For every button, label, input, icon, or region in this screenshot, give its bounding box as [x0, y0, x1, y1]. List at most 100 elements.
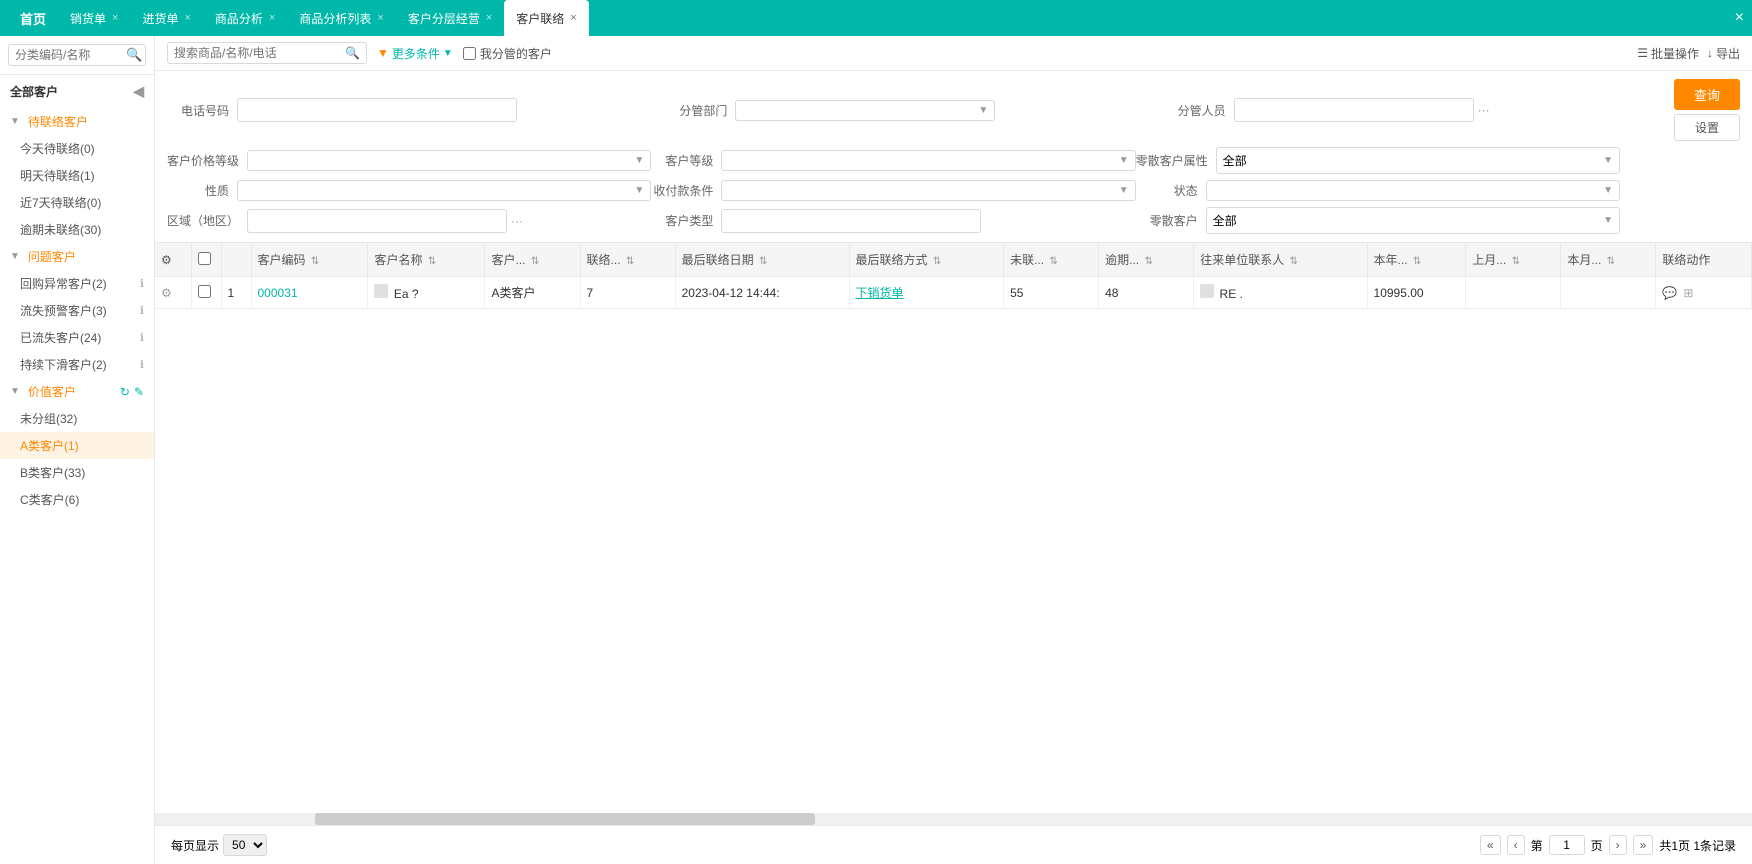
filter-customer-level: 客户等级 ▼	[651, 150, 1135, 171]
close-tab-analysis-list[interactable]: ×	[377, 12, 383, 24]
filter-icon: ▼	[377, 46, 389, 60]
sidebar-item-ungraded[interactable]: 未分组(32)	[0, 405, 154, 432]
col-last-method-header[interactable]: 最后联络方式 ⇅	[849, 243, 1004, 277]
close-tab-purchase[interactable]: ×	[184, 12, 190, 24]
retail-customer-value: 全部	[1213, 212, 1237, 229]
payment-arrow: ▼	[1119, 185, 1129, 196]
export-btn[interactable]: ↓ 导出	[1707, 45, 1740, 62]
sidebar-item-c-class[interactable]: C类客户(6)	[0, 486, 154, 513]
last-method-link[interactable]: 下销货单	[856, 286, 904, 300]
col-code-header[interactable]: 客户编码 ⇅	[251, 243, 368, 277]
manager-dots[interactable]: ···	[1478, 103, 1490, 117]
col-category-header[interactable]: 客户... ⇅	[485, 243, 580, 277]
sidebar-group-problem[interactable]: ▼ 问题客户	[0, 243, 154, 270]
nav-tab-analysis-list[interactable]: 商品分析列表 ×	[287, 0, 395, 36]
scrollbar-thumb[interactable]	[315, 813, 815, 825]
next-page-btn[interactable]: ›	[1609, 835, 1627, 855]
page-input[interactable]	[1549, 835, 1585, 855]
sidebar-item-declining[interactable]: 持续下滑客户(2) ℹ	[0, 351, 154, 378]
info-icon-4: ℹ	[140, 358, 144, 371]
sidebar-item-a-class[interactable]: A类客户(1)	[0, 432, 154, 459]
filter-phone: 电话号码	[167, 98, 665, 122]
sidebar-item-b-class[interactable]: B类客户(33)	[0, 459, 154, 486]
prev-page-btn[interactable]: ‹	[1507, 835, 1525, 855]
col-contact-header[interactable]: 联络... ⇅	[580, 243, 675, 277]
customer-level-select[interactable]: ▼	[721, 150, 1135, 171]
close-all-tabs[interactable]: ×	[1735, 9, 1744, 27]
retail-attr-select[interactable]: 全部 ▼	[1216, 147, 1620, 174]
customer-type-input[interactable]	[721, 209, 981, 233]
col-overdue-header[interactable]: 逾期... ⇅	[1099, 243, 1194, 277]
info-icon-1: ℹ	[140, 277, 144, 290]
manager-input[interactable]	[1234, 98, 1474, 122]
nav-tab-analysis[interactable]: 商品分析 ×	[203, 0, 287, 36]
sidebar-group-value[interactable]: ▼ 价值客户 ↻ ✎	[0, 378, 154, 405]
col-uncontacted-header[interactable]: 未联... ⇅	[1004, 243, 1099, 277]
nav-tab-sales[interactable]: 销货单 ×	[58, 0, 130, 36]
col-last-date-header[interactable]: 最后联络日期 ⇅	[675, 243, 849, 277]
phone-input[interactable]	[237, 98, 517, 122]
close-tab-analysis[interactable]: ×	[269, 12, 275, 24]
sidebar-item-repurchase-anomaly[interactable]: 回购异常客户(2) ℹ	[0, 270, 154, 297]
horizontal-scrollbar[interactable]	[155, 813, 1752, 825]
close-tab-contact[interactable]: ×	[570, 12, 576, 24]
nav-tab-purchase[interactable]: 进货单 ×	[130, 0, 202, 36]
edit-icon[interactable]: ✎	[134, 385, 144, 399]
dept-select[interactable]: ▼	[735, 100, 995, 121]
first-page-btn[interactable]: «	[1480, 835, 1501, 855]
row-select-checkbox[interactable]	[198, 285, 211, 298]
sidebar-group-pending[interactable]: ▼ 待联络客户	[0, 108, 154, 135]
close-tab-sales[interactable]: ×	[112, 12, 118, 24]
payment-select[interactable]: ▼	[721, 180, 1135, 201]
adv-filter-row-4: 区域（地区） ··· 客户类型 零散客户 全部 ▼	[167, 207, 1740, 234]
nature-select[interactable]: ▼	[237, 180, 651, 201]
col-this-year-header[interactable]: 本年... ⇅	[1367, 243, 1466, 277]
info-icon-3: ℹ	[140, 331, 144, 344]
my-customers-filter: 我分管的客户	[463, 45, 552, 62]
col-unit-contact-header[interactable]: 往来单位联系人 ⇅	[1194, 243, 1367, 277]
filter-more-btn[interactable]: ▼ 更多条件 ▼	[377, 45, 453, 62]
nav-tab-segment[interactable]: 客户分层经营 ×	[396, 0, 504, 36]
my-customers-checkbox[interactable]	[463, 47, 476, 60]
sidebar-collapse-icon[interactable]: ◀	[133, 83, 144, 100]
sidebar-item-churn-warning[interactable]: 流失预警客户(3) ℹ	[0, 297, 154, 324]
sidebar-item-overdue[interactable]: 逾期未联络(30)	[0, 216, 154, 243]
sort-last-date: ⇅	[759, 256, 767, 267]
sidebar-item-tomorrow[interactable]: 明天待联络(1)	[0, 162, 154, 189]
set-button[interactable]: 设置	[1674, 114, 1740, 141]
sidebar-item-churned[interactable]: 已流失客户(24) ℹ	[0, 324, 154, 351]
row-gear[interactable]: ⚙	[155, 277, 191, 309]
filter-search-input[interactable]	[174, 46, 345, 60]
select-all-checkbox[interactable]	[198, 252, 211, 265]
col-this-month-header[interactable]: 本月... ⇅	[1561, 243, 1656, 277]
row-code[interactable]: 000031	[251, 277, 368, 309]
nav-home[interactable]: 首页	[8, 0, 58, 36]
page-size-dropdown[interactable]: 50	[223, 834, 267, 856]
retail-customer-select[interactable]: 全部 ▼	[1206, 207, 1620, 234]
row-actions: 💬 ⊞	[1656, 277, 1752, 309]
price-level-select[interactable]: ▼	[247, 150, 651, 171]
col-last-month-header[interactable]: 上月... ⇅	[1466, 243, 1561, 277]
row-this-month	[1561, 277, 1656, 309]
region-dots[interactable]: ···	[511, 214, 523, 228]
close-tab-segment[interactable]: ×	[486, 12, 492, 24]
chat-action-icon[interactable]: 💬	[1662, 286, 1677, 300]
last-page-btn[interactable]: »	[1633, 835, 1654, 855]
filter-region: 区域（地区） ···	[167, 209, 651, 233]
query-button[interactable]: 查询	[1674, 79, 1740, 110]
batch-icon: ☰	[1637, 46, 1648, 60]
sidebar-item-today[interactable]: 今天待联络(0)	[0, 135, 154, 162]
sort-name: ⇅	[428, 256, 436, 267]
nav-tab-contact[interactable]: 客户联络 ×	[504, 0, 588, 36]
row-last-method[interactable]: 下销货单	[849, 277, 1004, 309]
batch-op-btn[interactable]: ☰ 批量操作	[1637, 45, 1699, 62]
grid-action-icon[interactable]: ⊞	[1683, 286, 1693, 300]
status-select[interactable]: ▼	[1206, 180, 1620, 201]
sidebar-item-7days[interactable]: 近7天待联络(0)	[0, 189, 154, 216]
col-name-header[interactable]: 客户名称 ⇅	[368, 243, 485, 277]
col-gear[interactable]: ⚙	[155, 243, 191, 277]
sidebar: 🔍 全部客户 ◀ ▼ 待联络客户 今天待联络(0) 明天待联络(1) 近7天待联…	[0, 36, 155, 864]
region-input[interactable]	[247, 209, 507, 233]
sidebar-all-customers[interactable]: 全部客户 ◀	[0, 75, 154, 108]
refresh-icon[interactable]: ↻	[120, 385, 130, 399]
